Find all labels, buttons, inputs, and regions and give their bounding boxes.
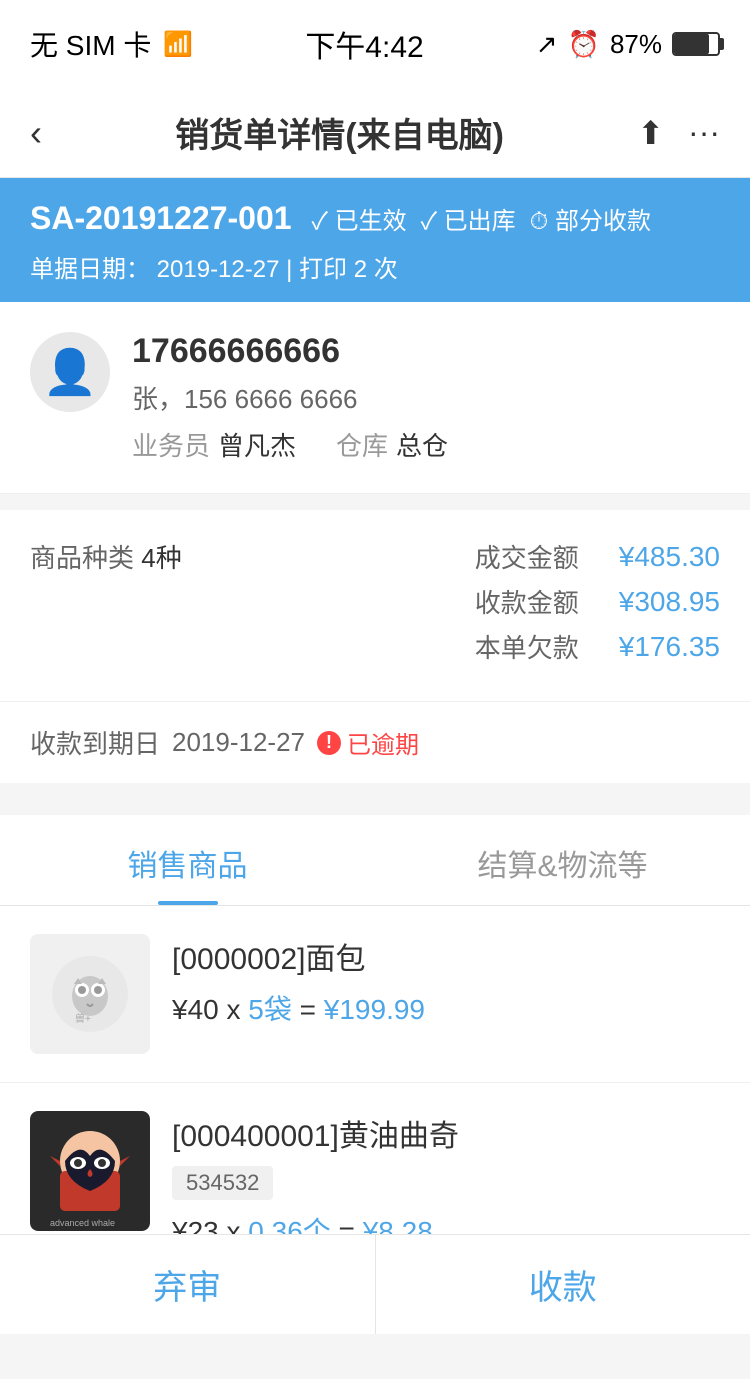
product-title-2: 黄油曲奇 <box>339 1120 459 1153</box>
cancel-label: 弃审 <box>153 1260 221 1309</box>
product-list: 兽+ [0000002]面包 ¥40 x 5袋 = ¥199.99 <box>0 906 750 1279</box>
order-badges: ✓ 已生效 ✓ 已出库 ⏱ 部分收款 <box>312 201 652 236</box>
print-label: | 打印 <box>286 256 347 283</box>
order-id: SA-20191227-001 <box>30 200 292 237</box>
wifi-icon: 📶 <box>163 30 193 59</box>
product-info-2: [000400001]黄油曲奇 534532 ¥23 x 0.36个 = ¥8.… <box>172 1111 720 1250</box>
owed-value: ¥176.35 <box>619 631 720 663</box>
badge-shipped: ✓ 已出库 <box>421 201 516 236</box>
tab-settlement-label: 结算&物流等 <box>477 850 647 883</box>
status-bar: 无 SIM 卡 📶 下午4:42 ↗ ⏰ 87% <box>0 0 750 88</box>
confirm-label: 收款 <box>529 1260 597 1309</box>
svg-text:advanced whale: advanced whale <box>50 1218 115 1228</box>
list-item: 兽+ [0000002]面包 ¥40 x 5袋 = ¥199.99 <box>0 906 750 1083</box>
divider-1 <box>0 494 750 510</box>
share-button[interactable]: ⬆ <box>637 114 664 152</box>
stats-right: 成交金额 ¥485.30 收款金额 ¥308.95 本单欠款 ¥176.35 <box>475 538 720 673</box>
warehouse-item: 仓库 总仓 <box>336 426 448 463</box>
product-name-1: [0000002]面包 <box>172 934 720 978</box>
badge-partial-payment: ⏱ 部分收款 <box>530 201 651 236</box>
more-button[interactable]: ··· <box>688 114 720 151</box>
stats-row-owed: 本单欠款 ¥176.35 <box>475 628 720 665</box>
price-base-1: ¥40 x <box>172 994 248 1025</box>
avatar: 👤 <box>30 332 110 412</box>
owed-label: 本单欠款 <box>475 628 579 665</box>
product-code-2: [000400001] <box>172 1120 339 1153</box>
location-icon: ↗ <box>536 29 558 60</box>
stats-left: 商品种类 4种 <box>30 538 182 575</box>
customer-section: 👤 17666666666 张，156 6666 6666 业务员 曾凡杰 仓库… <box>0 302 750 494</box>
overdue-label: 已逾期 <box>347 725 419 760</box>
badge-effective: ✓ 已生效 <box>312 201 407 236</box>
back-button[interactable]: ‹ <box>30 112 42 154</box>
product-thumbnail-1: 兽+ <box>30 934 150 1054</box>
stats-row-received: 收款金额 ¥308.95 <box>475 583 720 620</box>
product-info-1: [0000002]面包 ¥40 x 5袋 = ¥199.99 <box>172 934 720 1028</box>
product-price-1: ¥40 x 5袋 = ¥199.99 <box>172 988 720 1028</box>
divider-2 <box>0 783 750 799</box>
svg-text:兽+: 兽+ <box>75 1012 91 1025</box>
stats-row-deal: 成交金额 ¥485.30 <box>475 538 720 575</box>
carrier-label: 无 SIM 卡 <box>30 24 151 64</box>
received-label: 收款金额 <box>475 583 579 620</box>
page-title: 销货单详情(来自电脑) <box>175 108 504 157</box>
avatar-icon: 👤 <box>43 346 98 398</box>
overdue-icon: ! <box>317 731 341 755</box>
price-total-1: ¥199.99 <box>324 994 425 1025</box>
salesman-item: 业务员 曾凡杰 <box>132 426 296 463</box>
confirm-button[interactable]: 收款 <box>376 1235 750 1334</box>
price-eq-1: = <box>292 994 324 1025</box>
warehouse-label: 仓库 <box>336 426 388 463</box>
salesman-label: 业务员 <box>132 426 210 463</box>
order-date: 单据日期： 2019-12-27 | 打印 2 次 <box>30 249 720 284</box>
date-value: 2019-12-27 <box>157 256 280 283</box>
product-code-1: [0000002] <box>172 943 305 976</box>
owl-icon: 兽+ <box>50 954 130 1034</box>
status-right: ↗ ⏰ 87% <box>536 29 720 60</box>
product-image-2: advanced whale <box>30 1111 150 1231</box>
deal-label: 成交金额 <box>475 538 579 575</box>
order-header: SA-20191227-001 ✓ 已生效 ✓ 已出库 ⏱ 部分收款 单据日期：… <box>0 178 750 302</box>
date-label: 单据日期： <box>30 256 150 283</box>
price-qty-1: 5袋 <box>248 994 292 1025</box>
due-section: 收款到期日 2019-12-27 ! 已逾期 <box>0 701 750 783</box>
customer-name: 张，156 6666 6666 <box>132 379 448 416</box>
status-left: 无 SIM 卡 📶 <box>30 24 193 64</box>
cancel-button[interactable]: 弃审 <box>0 1235 376 1334</box>
print-suffix: 次 <box>374 256 398 283</box>
time-display: 下午4:42 <box>305 22 423 66</box>
nav-actions: ⬆ ··· <box>637 114 720 152</box>
customer-id: 17666666666 <box>132 332 448 371</box>
customer-meta: 业务员 曾凡杰 仓库 总仓 <box>132 426 448 463</box>
warehouse-value: 总仓 <box>396 426 448 463</box>
product-image-svg: advanced whale <box>30 1111 150 1231</box>
type-label: 商品种类 <box>30 543 134 573</box>
received-value: ¥308.95 <box>619 586 720 618</box>
tab-sales[interactable]: 销售商品 <box>0 815 375 905</box>
overdue-badge: ! 已逾期 <box>317 725 419 760</box>
due-date: 2019-12-27 <box>172 727 305 758</box>
product-name-2: [000400001]黄油曲奇 <box>172 1111 720 1155</box>
product-thumbnail-2: advanced whale <box>30 1111 150 1231</box>
print-count: 2 <box>354 256 367 283</box>
product-sku-2: 534532 <box>172 1166 273 1200</box>
tab-sales-label: 销售商品 <box>128 850 248 883</box>
battery-icon <box>672 32 720 56</box>
tabs-section: 销售商品 结算&物流等 <box>0 815 750 906</box>
stats-section: 商品种类 4种 成交金额 ¥485.30 收款金额 ¥308.95 本单欠款 ¥… <box>0 510 750 701</box>
due-label: 收款到期日 <box>30 724 160 761</box>
battery-percent: 87% <box>610 29 662 60</box>
product-image-placeholder: 兽+ <box>30 934 150 1054</box>
salesman-value: 曾凡杰 <box>218 426 296 463</box>
bottom-bar: 弃审 收款 <box>0 1234 750 1334</box>
deal-value: ¥485.30 <box>619 541 720 573</box>
product-title-1: 面包 <box>305 943 365 976</box>
customer-info: 17666666666 张，156 6666 6666 业务员 曾凡杰 仓库 总… <box>132 332 448 463</box>
alarm-icon: ⏰ <box>568 29 600 60</box>
nav-bar: ‹ 销货单详情(来自电脑) ⬆ ··· <box>0 88 750 178</box>
tab-settlement[interactable]: 结算&物流等 <box>375 815 750 905</box>
type-count: 4种 <box>141 543 181 573</box>
